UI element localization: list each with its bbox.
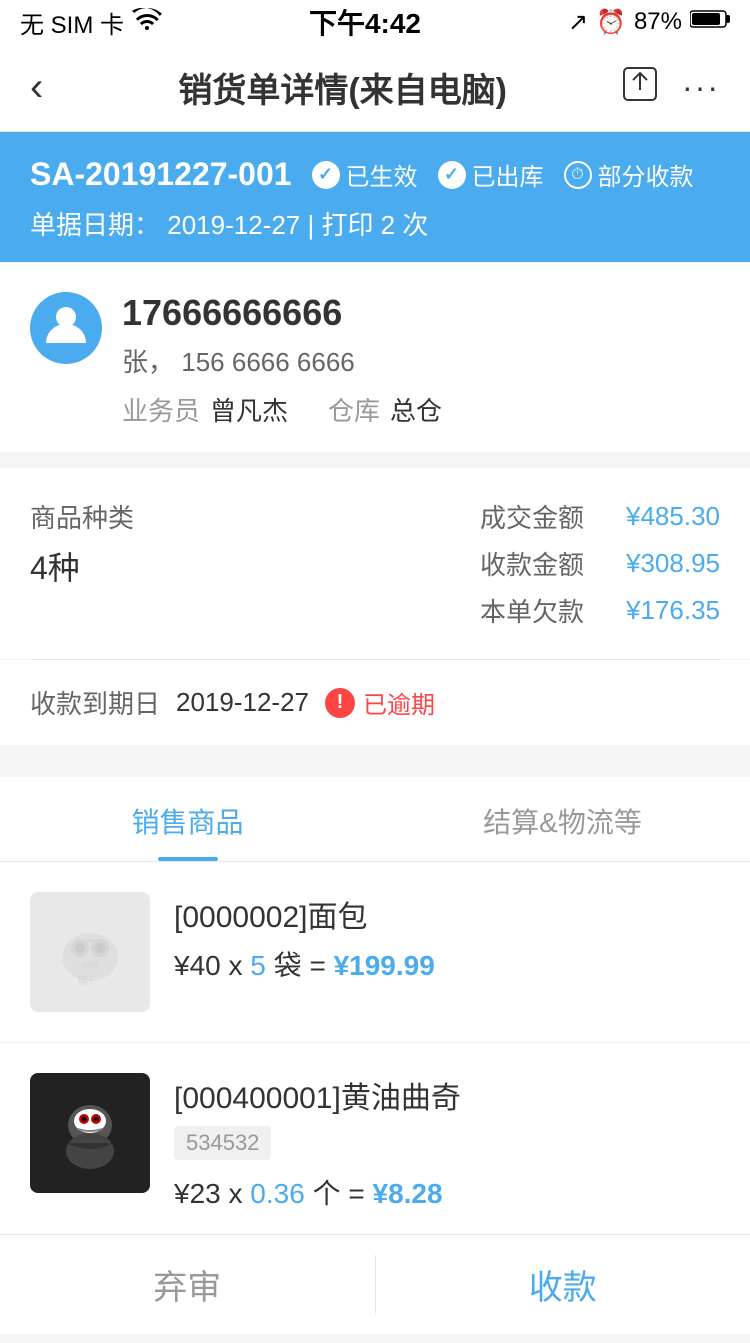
check-icon-2: ✓ xyxy=(438,161,466,189)
status-partial: ⏱ 部分收款 xyxy=(564,157,694,192)
order-id: SA-20191227-001 xyxy=(30,156,292,193)
product-qty-2: 0.36 xyxy=(250,1178,305,1209)
customer-section: 17666666666 张， 156 6666 6666 业务员 曾凡杰 仓库 … xyxy=(0,262,750,452)
customer-info: 17666666666 张， 156 6666 6666 业务员 曾凡杰 仓库 … xyxy=(122,292,720,428)
check-icon-1: ✓ xyxy=(312,161,340,189)
due-date: 2019-12-27 xyxy=(176,687,309,718)
status-effective: ✓ 已生效 xyxy=(312,157,418,192)
confirm-button[interactable]: 收款 xyxy=(376,1235,750,1334)
product-item: 萌+ [0000002]面包 ¥40 x 5 袋 = ¥199.99 xyxy=(0,862,750,1043)
overdue-icon: ! xyxy=(325,688,355,718)
bottom-bar: 弃审 收款 xyxy=(0,1234,750,1334)
battery-text: 87% xyxy=(634,8,682,36)
product-item: [000400001]黄油曲奇 534532 ¥23 x 0.36 个 = ¥8… xyxy=(0,1043,750,1243)
divider-1 xyxy=(0,452,750,468)
status-time: 下午4:42 xyxy=(309,2,421,42)
deal-label: 成交金额 xyxy=(480,498,584,535)
person-icon xyxy=(44,301,88,355)
receipt-label: 收款金额 xyxy=(480,545,584,582)
divider-2 xyxy=(0,745,750,761)
tab-sales-products[interactable]: 销售商品 xyxy=(0,777,375,861)
salesperson-value: 曾凡杰 xyxy=(210,391,288,428)
product-name-2: [000400001]黄油曲奇 xyxy=(174,1073,720,1117)
back-button[interactable]: ‹ xyxy=(30,65,63,110)
receipt-amount-row: 收款金额 ¥308.95 xyxy=(480,545,720,582)
warehouse-value: 总仓 xyxy=(390,391,442,428)
status-bar: 无 SIM 卡 下午4:42 ↗ ⏰ 87% xyxy=(0,0,750,44)
nav-bar: ‹ 销货单详情(来自电脑) ··· xyxy=(0,44,750,132)
tabs-section: 销售商品 结算&物流等 xyxy=(0,777,750,862)
order-status-row: SA-20191227-001 ✓ 已生效 ✓ 已出库 ⏱ 部分收款 xyxy=(30,156,720,193)
order-header: SA-20191227-001 ✓ 已生效 ✓ 已出库 ⏱ 部分收款 单据日期：… xyxy=(0,132,750,262)
salesperson-label: 业务员 xyxy=(122,391,200,428)
overdue-badge: ! 已逾期 xyxy=(325,685,435,720)
product-thumbnail-2 xyxy=(30,1073,150,1193)
product-qty-1: 5 xyxy=(250,950,266,981)
product-type-label: 商品种类 xyxy=(30,498,134,535)
product-batch-2: 534532 xyxy=(174,1126,271,1160)
location-icon: ↗ xyxy=(568,8,588,37)
share-icon[interactable] xyxy=(622,66,658,110)
product-thumbnail-1: 萌+ xyxy=(30,892,150,1012)
due-section: 收款到期日 2019-12-27 ! 已逾期 xyxy=(0,660,750,745)
page-title: 销货单详情(来自电脑) xyxy=(63,63,622,112)
product-info-2: [000400001]黄油曲奇 534532 ¥23 x 0.36 个 = ¥8… xyxy=(174,1073,720,1212)
avatar xyxy=(30,292,102,364)
status-right: ↗ ⏰ 87% xyxy=(568,8,730,37)
product-price-1: ¥40 x 5 袋 = ¥199.99 xyxy=(174,944,720,984)
customer-name-phone: 张， 156 6666 6666 xyxy=(122,342,720,379)
product-type-count: 4种 xyxy=(30,543,134,589)
debt-amount-row: 本单欠款 ¥176.35 xyxy=(480,592,720,629)
warehouse-item: 仓库 总仓 xyxy=(328,391,442,428)
svg-text:萌+: 萌+ xyxy=(78,974,94,987)
debt-label: 本单欠款 xyxy=(480,592,584,629)
tab-settlement[interactable]: 结算&物流等 xyxy=(375,777,750,861)
cancel-button[interactable]: 弃审 xyxy=(0,1235,375,1334)
status-shipped: ✓ 已出库 xyxy=(438,157,544,192)
overdue-text: 已逾期 xyxy=(363,685,435,720)
carrier-text: 无 SIM 卡 xyxy=(20,5,124,40)
summary-section: 商品种类 4种 成交金额 ¥485.30 收款金额 ¥308.95 本单欠款 ¥… xyxy=(0,468,750,659)
thumb-placeholder-1: 萌+ xyxy=(30,892,150,1012)
warehouse-label: 仓库 xyxy=(328,391,380,428)
deal-value: ¥485.30 xyxy=(600,501,720,532)
debt-value: ¥176.35 xyxy=(600,595,720,626)
product-info-1: [0000002]面包 ¥40 x 5 袋 = ¥199.99 xyxy=(174,892,720,984)
clock-icon: ⏱ xyxy=(564,161,592,189)
amount-summary: 成交金额 ¥485.30 收款金额 ¥308.95 本单欠款 ¥176.35 xyxy=(480,498,720,629)
products-section: 萌+ [0000002]面包 ¥40 x 5 袋 = ¥199.99 xyxy=(0,862,750,1243)
product-total-1: ¥199.99 xyxy=(334,950,435,981)
more-icon[interactable]: ··· xyxy=(682,69,720,106)
wifi-icon xyxy=(132,8,162,37)
product-total-2: ¥8.28 xyxy=(373,1178,443,1209)
battery-icon xyxy=(690,8,730,36)
customer-meta: 业务员 曾凡杰 仓库 总仓 xyxy=(122,391,720,428)
due-label: 收款到期日 xyxy=(30,684,160,721)
product-name-1: [0000002]面包 xyxy=(174,892,720,936)
nav-actions: ··· xyxy=(622,66,720,110)
customer-id: 17666666666 xyxy=(122,292,720,334)
order-date-row: 单据日期： 2019-12-27 | 打印 2 次 xyxy=(30,205,720,242)
salesperson-item: 业务员 曾凡杰 xyxy=(122,391,288,428)
receipt-value: ¥308.95 xyxy=(600,548,720,579)
alarm-icon: ⏰ xyxy=(596,8,626,37)
product-price-2: ¥23 x 0.36 个 = ¥8.28 xyxy=(174,1172,720,1212)
deal-amount-row: 成交金额 ¥485.30 xyxy=(480,498,720,535)
status-left: 无 SIM 卡 xyxy=(20,5,162,40)
product-type-section: 商品种类 4种 xyxy=(30,498,134,589)
